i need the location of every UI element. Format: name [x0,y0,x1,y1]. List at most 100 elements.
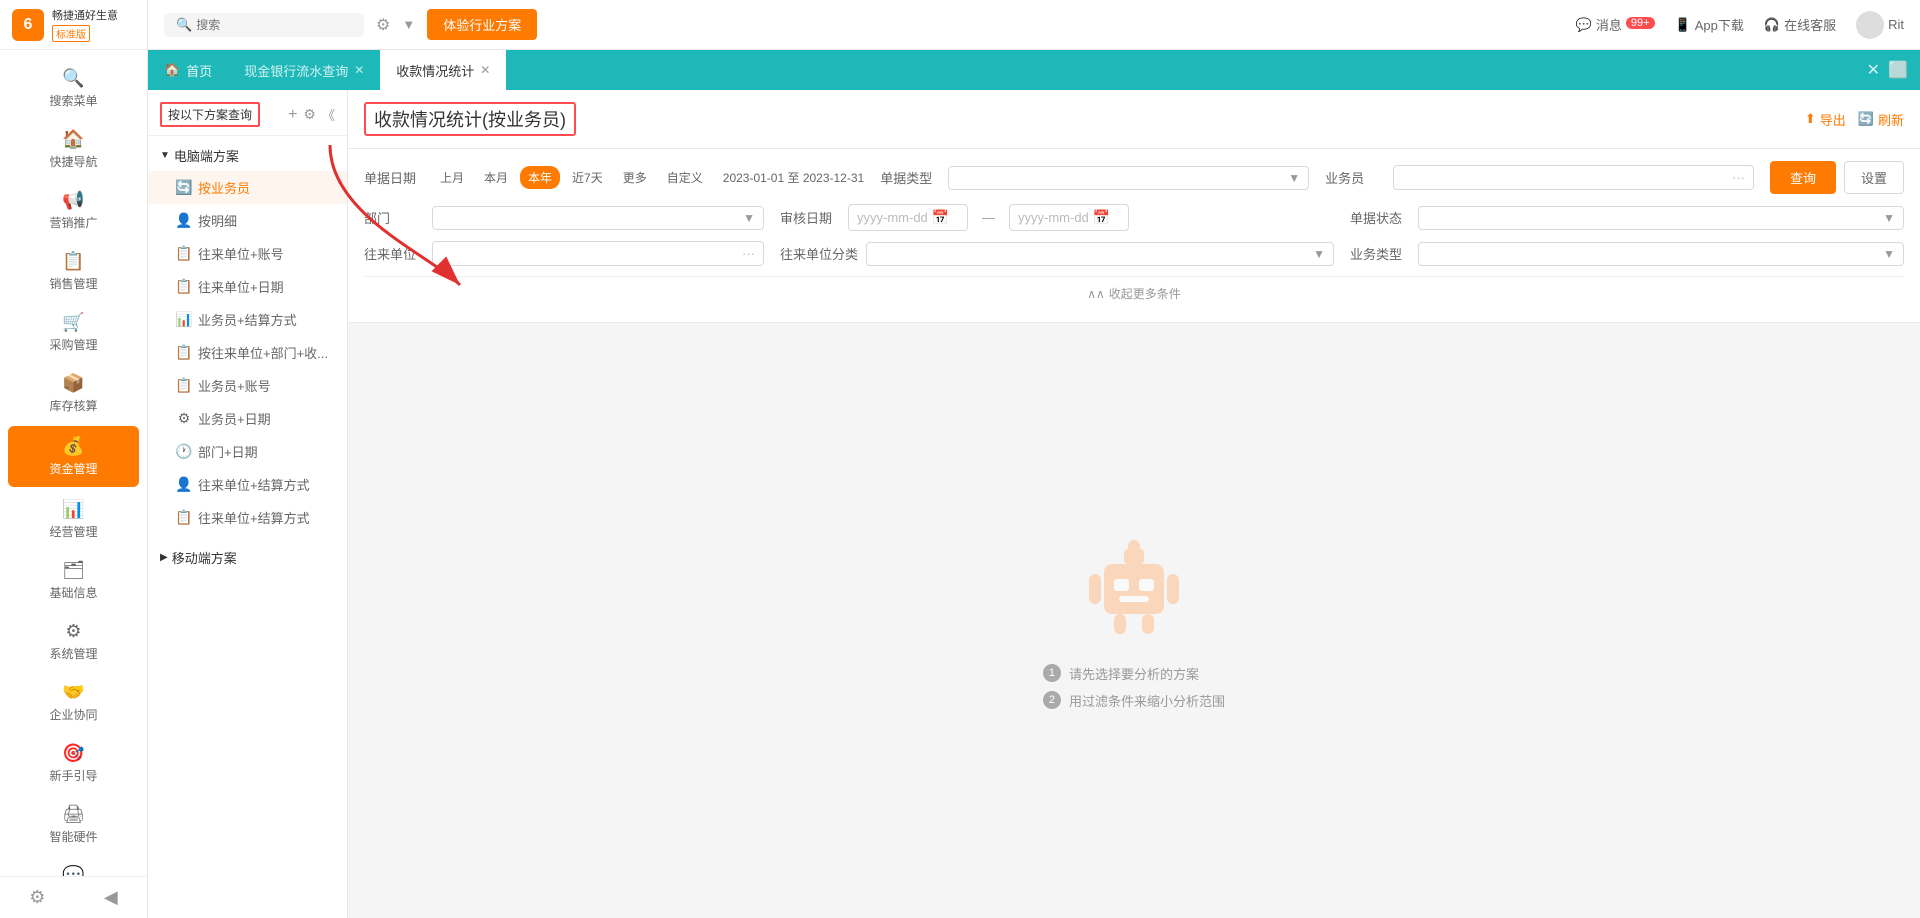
sidebar-item-inventory[interactable]: 📦 库存核算 [0,363,147,424]
biz-type-select[interactable]: ▼ [1418,242,1904,266]
solution-btn[interactable]: 体验行业方案 [427,9,537,40]
review-date-end[interactable]: yyyy-mm-dd 📅 [1009,204,1129,231]
sidebar-item-guide[interactable]: 🎯 新手引导 [0,733,147,794]
sidebar-item-basic-info[interactable]: 🗂 基础信息 [0,550,147,611]
empty-state: 1 请先选择要分析的方案 2 用过滤条件来缩小分析范围 [348,323,1920,918]
refresh-btn[interactable]: 🔄 刷新 [1858,110,1904,129]
sidebar-item-hardware[interactable]: 🖨 智能硬件 [0,794,147,855]
tab-bank-flow[interactable]: 现金银行流水查询 ✕ [228,50,380,90]
plan-collapse-btn[interactable]: 《 [322,105,335,124]
plan-item-unit-dept[interactable]: 📋 按往来单位+部门+收... [148,336,347,369]
more-options-icon[interactable]: ··· [1732,170,1745,185]
enterprise-icon: 🤝 [62,682,84,703]
topbar-search[interactable]: 🔍 [164,13,364,37]
plan-item-unit-account[interactable]: 📋 往来单位+账号 [148,237,347,270]
sidebar-item-wechat[interactable]: 💬 企业微信 [0,855,147,876]
logo-title: 畅捷通好生意 [52,7,118,23]
search-input[interactable] [196,18,352,32]
user-area[interactable]: Rit [1856,11,1904,39]
this-year-tab[interactable]: 本年 [520,166,560,189]
last-month-tab[interactable]: 上月 [432,166,472,189]
counterpart-category-select[interactable]: ▼ [866,242,1334,266]
doc-status-label: 单据状态 [1350,208,1410,227]
unit-dept-icon: 📋 [176,345,192,361]
date-range-display: 2023-01-01 至 2023-12-31 [723,169,864,186]
export-btn[interactable]: ⬆ 导出 [1805,110,1846,129]
sidebar-item-operation[interactable]: 📊 经营管理 [0,489,147,550]
sidebar-item-sales[interactable]: 📋 销售管理 [0,241,147,302]
close-bank-flow-tab-btn[interactable]: ✕ [354,63,364,77]
dept-date-icon: 🕐 [176,444,192,460]
plan-item-dept-date[interactable]: 🕐 部门+日期 [148,435,347,468]
sidebar-item-enterprise[interactable]: 🤝 企业协同 [0,672,147,733]
tab-close-btn[interactable]: ✕ [1867,60,1880,80]
plan-item-label: 往来单位+日期 [198,277,284,296]
plan-item-unit-settle2[interactable]: 📋 往来单位+结算方式 [148,501,347,534]
topbar-dropdown-icon[interactable]: ▼ [402,17,415,32]
custom-tab[interactable]: 自定义 [659,166,711,189]
tab-collection-stat[interactable]: 收款情况统计 ✕ [380,50,506,90]
desktop-group-header[interactable]: ▼ 电脑端方案 [148,140,347,171]
this-month-tab[interactable]: 本月 [476,166,516,189]
plan-item-label: 部门+日期 [198,442,258,461]
collapse-bar[interactable]: ∧∧ 收起更多条件 [364,276,1904,310]
plan-item-salesman-settle[interactable]: 📊 业务员+结算方式 [148,303,347,336]
wechat-icon: 💬 [62,865,84,876]
tab-home[interactable]: 🏠 首页 [148,50,228,90]
notification-item[interactable]: 💬 消息 99+ [1576,15,1655,34]
plan-item-by-detail[interactable]: 👤 按明细 [148,204,347,237]
export-icon: ⬆ [1805,111,1816,127]
user-name: Rit [1888,17,1904,32]
doc-status-select[interactable]: ▼ [1418,206,1904,230]
plan-item-label: 业务员+账号 [198,376,271,395]
step-1-text: 请先选择要分析的方案 [1069,664,1199,683]
more-tab[interactable]: 更多 [615,166,655,189]
doc-type-select[interactable]: ▼ [948,166,1309,190]
sidebar-item-purchase[interactable]: 🛒 采购管理 [0,302,147,363]
counterpart-select[interactable]: ··· [432,241,764,266]
tab-controls: ✕ ⬜ [1867,60,1920,80]
app-download-item[interactable]: 📱 App下载 [1675,15,1744,34]
sidebar-item-label: 快捷导航 [49,153,97,170]
mobile-group-header[interactable]: ▶ 移动端方案 [148,542,347,573]
sidebar-item-marketing[interactable]: 📢 营销推广 [0,180,147,241]
desktop-plan-group: ▼ 电脑端方案 🔄 按业务员 👤 按明细 📋 往来单位+账号 📋 往 [148,136,347,538]
sidebar-item-capital[interactable]: 💰 资金管理 [8,426,139,487]
review-date-filter: 审核日期 yyyy-mm-dd 📅 — yyyy-mm-dd 📅 [780,204,1334,231]
query-btn[interactable]: 查询 [1770,161,1836,194]
plan-item-unit-date[interactable]: 📋 往来单位+日期 [148,270,347,303]
step-2-text: 用过滤条件来缩小分析范围 [1069,691,1225,710]
chevron-up-icon: ∧∧ [1087,287,1105,301]
settings-btn[interactable]: 设置 [1844,161,1904,194]
review-date-start[interactable]: yyyy-mm-dd 📅 [848,204,968,231]
salesman-select[interactable]: ··· [1393,165,1754,190]
tab-restore-btn[interactable]: ⬜ [1888,60,1908,80]
sidebar-item-quick-nav[interactable]: 🏠 快捷导航 [0,119,147,180]
salesman-date-icon: ⚙ [176,411,192,427]
filter-row-1: 单据日期 上月 本月 本年 近7天 更多 自定义 2023-01-01 至 20… [364,161,1904,194]
sidebar-item-search-menu[interactable]: 🔍 搜索菜单 [0,58,147,119]
plan-item-unit-settle1[interactable]: 👤 往来单位+结算方式 [148,468,347,501]
left-panel-header: 按以下方案查询 + ⚙ 《 [148,90,347,136]
online-service-item[interactable]: 🎧 在线客服 [1764,15,1836,34]
doc-status-chevron-icon: ▼ [1883,211,1895,225]
salesman-icon: 🔄 [176,180,192,196]
content-area: 按以下方案查询 + ⚙ 《 ▼ 电脑端方案 🔄 按业务员 👤 [148,90,1920,918]
add-plan-btn[interactable]: + [288,106,297,124]
last-7-tab[interactable]: 近7天 [564,166,611,189]
sidebar-collapse-btn[interactable]: ◀ [104,887,118,908]
dept-select[interactable]: ▼ [432,206,764,230]
doc-type-label: 单据类型 [880,168,940,187]
plan-item-salesman-date[interactable]: ⚙ 业务员+日期 [148,402,347,435]
close-collection-stat-tab-btn[interactable]: ✕ [480,63,490,77]
sidebar: 6 畅捷通好生意 标准版 🔍 搜索菜单 🏠 快捷导航 📢 营销推广 📋 销售管理… [0,0,148,918]
sidebar-settings-btn[interactable]: ⚙ [29,887,45,908]
counterpart-more-icon[interactable]: ··· [742,246,755,261]
plan-item-by-salesman[interactable]: 🔄 按业务员 [148,171,347,204]
empty-illustration [1074,524,1194,644]
sidebar-item-system[interactable]: ⚙ 系统管理 [0,611,147,672]
plan-item-salesman-account[interactable]: 📋 业务员+账号 [148,369,347,402]
topbar-gear-icon[interactable]: ⚙ [376,15,390,35]
plan-settings-btn[interactable]: ⚙ [303,106,316,123]
salesman-label: 业务员 [1325,168,1385,187]
